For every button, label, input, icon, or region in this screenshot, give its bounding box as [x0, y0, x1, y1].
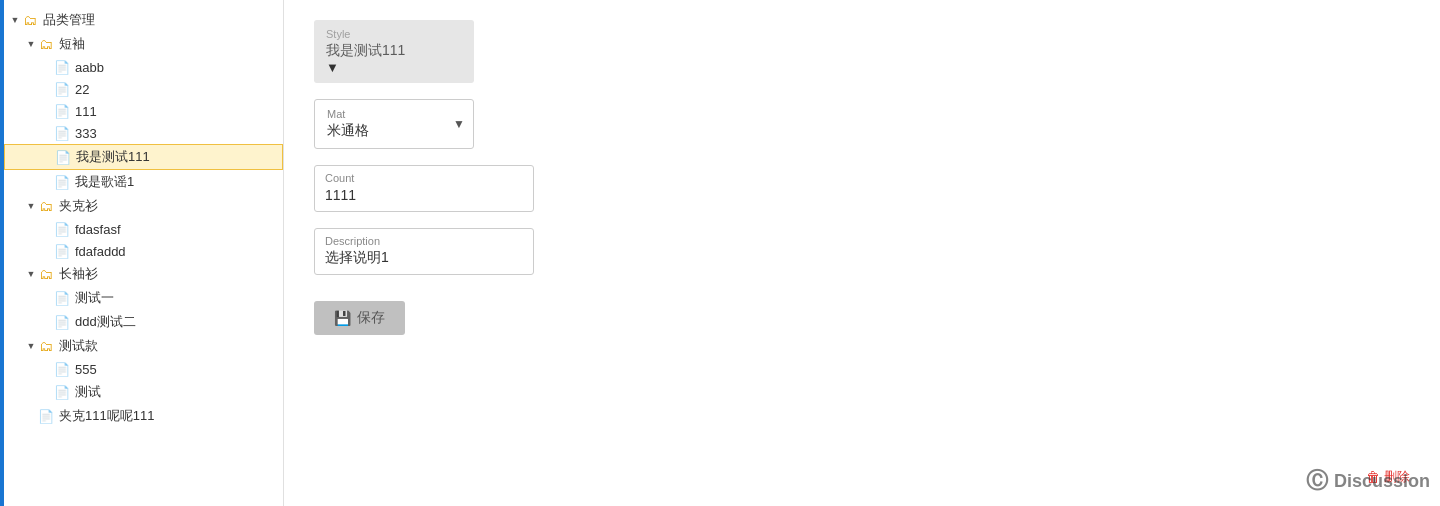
mat-label: Mat [327, 108, 443, 120]
toggle-icon [40, 104, 54, 118]
style-label: Style [326, 28, 444, 40]
tree-item-label: 测试款 [59, 337, 98, 355]
tree-item-label: ddd测试二 [75, 313, 136, 331]
toggle-icon [40, 291, 54, 305]
toggle-icon: ▼ [24, 37, 38, 51]
description-field-group: Description [314, 228, 534, 275]
sidebar-tree: ▼🗂品类管理▼🗂短袖📄aabb📄22📄111📄333📄我是测试111📄我是歌谣1… [4, 0, 284, 506]
toggle-icon [40, 126, 54, 140]
tree-item-555[interactable]: 📄 555 [4, 358, 283, 380]
tree-item-333[interactable]: 📄 333 [4, 122, 283, 144]
style-chevron-icon: ▼ [326, 60, 339, 75]
discussion-watermark: Ⓒ Discussion [1306, 466, 1430, 496]
tree-item-jiakechan[interactable]: ▼🗂 夹克衫 [4, 194, 283, 218]
style-value: 我是测试111 [326, 42, 444, 60]
discussion-copyright-icon: Ⓒ [1306, 466, 1328, 496]
toggle-icon [41, 150, 55, 164]
doc-icon: 📄 [54, 221, 70, 237]
count-label: Count [325, 172, 523, 184]
style-select[interactable]: Style 我是测试111 ▼ [314, 20, 474, 83]
mat-value: 米通格 [327, 122, 443, 140]
discussion-label: Discussion [1334, 471, 1430, 492]
tree-item-label: 短袖 [59, 35, 85, 53]
folder-icon: 🗂 [38, 36, 54, 52]
tree-item-label: 我是测试111 [76, 148, 150, 166]
doc-icon: 📄 [54, 81, 70, 97]
tree-item-ceshi[interactable]: 📄 测试 [4, 380, 283, 404]
style-field: Style 我是测试111 ▼ [314, 20, 1410, 83]
tree-item-111[interactable]: 📄 111 [4, 100, 283, 122]
tree-item-duanxiu[interactable]: ▼🗂 短袖 [4, 32, 283, 56]
tree-item-label: fdasfasf [75, 222, 121, 237]
toggle-icon: ▼ [8, 13, 22, 27]
doc-icon: 📄 [54, 384, 70, 400]
description-label: Description [325, 235, 523, 247]
tree-item-fdasfasf[interactable]: 📄 fdasfasf [4, 218, 283, 240]
tree-item-label: fdafaddd [75, 244, 126, 259]
toggle-icon [40, 82, 54, 96]
doc-icon: 📄 [54, 361, 70, 377]
tree-item-label: 333 [75, 126, 97, 141]
main-content: Style 我是测试111 ▼ Mat 米通格 ▼ Count Descrip [284, 0, 1440, 506]
doc-icon: 📄 [54, 103, 70, 119]
tree-item-label: 22 [75, 82, 89, 97]
toggle-icon [40, 60, 54, 74]
description-input[interactable] [325, 250, 523, 266]
tree-item-root[interactable]: ▼🗂 品类管理 [4, 8, 283, 32]
doc-icon: 📄 [54, 59, 70, 75]
folder-icon: 🗂 [38, 266, 54, 282]
tree-item-woshigeyao[interactable]: 📄 我是歌谣1 [4, 170, 283, 194]
tree-item-label: 我是歌谣1 [75, 173, 134, 191]
toggle-icon [40, 222, 54, 236]
toggle-icon [24, 409, 38, 423]
toggle-icon: ▼ [24, 199, 38, 213]
tree-item-label: 长袖衫 [59, 265, 98, 283]
doc-icon: 📄 [55, 149, 71, 165]
mat-chevron-icon: ▼ [453, 117, 465, 131]
save-button[interactable]: 💾 保存 [314, 301, 405, 335]
tree-item-ceshi1[interactable]: 📄 测试一 [4, 286, 283, 310]
doc-icon: 📄 [54, 125, 70, 141]
folder-icon: 🗂 [38, 198, 54, 214]
tree-item-label: 555 [75, 362, 97, 377]
doc-icon: 📄 [54, 290, 70, 306]
tree-item-label: 夹克衫 [59, 197, 98, 215]
doc-icon: 📄 [54, 243, 70, 259]
tree-item-aabb[interactable]: 📄 aabb [4, 56, 283, 78]
folder-icon: 🗂 [38, 338, 54, 354]
toggle-icon [40, 385, 54, 399]
toggle-icon [40, 175, 54, 189]
tree-item-dddceshi2[interactable]: 📄 ddd测试二 [4, 310, 283, 334]
toggle-icon [40, 244, 54, 258]
folder-icon: 🗂 [22, 12, 38, 28]
tree-item-label: 夹克111呢呢111 [59, 407, 154, 425]
form-panel: Style 我是测试111 ▼ Mat 米通格 ▼ Count Descrip [284, 0, 1440, 506]
toggle-icon [40, 362, 54, 376]
tree-item-label: 测试 [75, 383, 101, 401]
mat-select[interactable]: Mat 米通格 ▼ [314, 99, 474, 149]
toggle-icon: ▼ [24, 267, 38, 281]
tree-item-jake111[interactable]: 📄 夹克111呢呢111 [4, 404, 283, 428]
mat-field: Mat 米通格 ▼ [314, 99, 1410, 149]
doc-icon: 📄 [54, 314, 70, 330]
tree-item-22[interactable]: 📄 22 [4, 78, 283, 100]
tree-item-ceshikuan[interactable]: ▼🗂 测试款 [4, 334, 283, 358]
tree-item-fdafaddd[interactable]: 📄 fdafaddd [4, 240, 283, 262]
count-field-group: Count [314, 165, 534, 212]
tree-item-label: 111 [75, 104, 97, 119]
doc-icon: 📄 [54, 174, 70, 190]
toggle-icon: ▼ [24, 339, 38, 353]
tree-item-label: 测试一 [75, 289, 114, 307]
toggle-icon [40, 315, 54, 329]
save-label: 保存 [357, 309, 385, 327]
doc-icon: 📄 [38, 408, 54, 424]
tree-item-changxiuchan[interactable]: ▼🗂 长袖衫 [4, 262, 283, 286]
tree-item-label: 品类管理 [43, 11, 95, 29]
count-input[interactable] [325, 187, 523, 203]
tree-item-label: aabb [75, 60, 104, 75]
tree-item-woshi111[interactable]: 📄 我是测试111 [4, 144, 283, 170]
save-icon: 💾 [334, 310, 351, 326]
